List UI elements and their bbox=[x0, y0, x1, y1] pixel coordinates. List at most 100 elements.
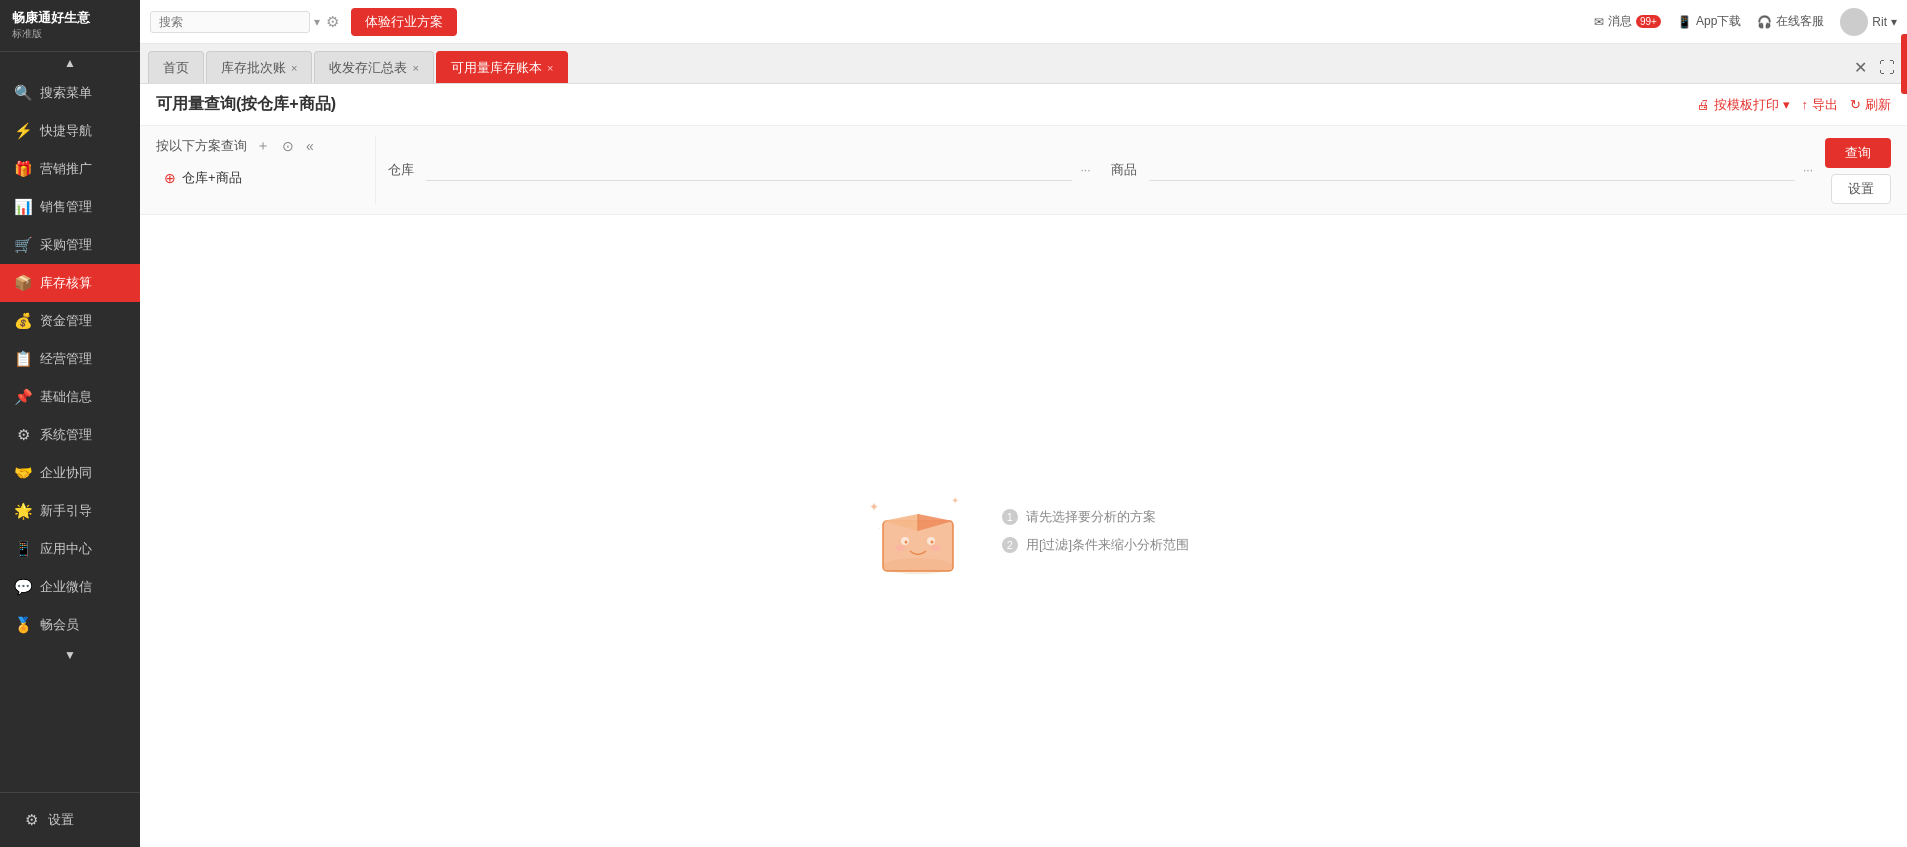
sidebar-item-newbie-label: 新手引导 bbox=[40, 502, 92, 520]
scheme-item-warehouse-product[interactable]: ⊕ 仓库+商品 bbox=[156, 164, 363, 192]
maximize-tab-button[interactable]: ⛶ bbox=[1875, 57, 1899, 79]
collapse-scheme-button[interactable]: « bbox=[303, 137, 317, 155]
tab-summary[interactable]: 收发存汇总表 × bbox=[314, 51, 433, 83]
sidebar-logo-sub: 标准版 bbox=[12, 27, 128, 41]
avatar bbox=[1840, 8, 1868, 36]
sidebar-item-marketing-label: 营销推广 bbox=[40, 160, 92, 178]
sidebar-item-search[interactable]: 🔍 搜索菜单 bbox=[0, 74, 140, 112]
msg-badge: 99+ bbox=[1636, 15, 1661, 28]
search-icon: 🔍 bbox=[14, 84, 32, 102]
sidebar-item-enterprise-label: 企业协同 bbox=[40, 464, 92, 482]
sidebar-item-marketing[interactable]: 🎁 营销推广 bbox=[0, 150, 140, 188]
enterprise-icon: 🤝 bbox=[14, 464, 32, 482]
sidebar-scroll-up[interactable]: ▲ bbox=[0, 52, 140, 74]
close-tab-button[interactable]: ✕ bbox=[1850, 56, 1871, 79]
product-more-button[interactable]: ··· bbox=[1803, 163, 1813, 177]
sidebar-header: 畅康通好生意 标准版 bbox=[0, 0, 140, 52]
sidebar-item-newbie[interactable]: 🌟 新手引导 bbox=[0, 492, 140, 530]
tab-summary-label: 收发存汇总表 bbox=[329, 59, 407, 77]
topbar-msg-group[interactable]: ✉ 消息 99+ bbox=[1594, 13, 1661, 30]
svg-point-9 bbox=[930, 541, 933, 544]
filter-settings-button[interactable]: 设置 bbox=[1831, 174, 1891, 204]
right-scroll-handle[interactable] bbox=[1901, 34, 1907, 94]
msg-label: 消息 bbox=[1608, 13, 1632, 30]
print-icon: 🖨 bbox=[1697, 97, 1710, 112]
topbar-chevron-icon[interactable]: ▾ bbox=[314, 15, 320, 29]
tab-home-label: 首页 bbox=[163, 59, 189, 77]
sidebar-item-operation[interactable]: 📋 经营管理 bbox=[0, 340, 140, 378]
sidebar-item-finance-label: 资金管理 bbox=[40, 312, 92, 330]
sidebar-item-search-label: 搜索菜单 bbox=[40, 84, 92, 102]
tab-available[interactable]: 可用量库存账本× bbox=[436, 51, 568, 83]
settings-scheme-button[interactable]: ⊙ bbox=[279, 137, 297, 155]
tab-summary-close[interactable]: × bbox=[412, 62, 418, 74]
svg-text:·: · bbox=[878, 524, 880, 533]
sidebar-item-finance[interactable]: 💰 资金管理 bbox=[0, 302, 140, 340]
sidebar-item-purchase[interactable]: 🛒 采购管理 bbox=[0, 226, 140, 264]
print-chevron-icon: ▾ bbox=[1783, 97, 1790, 112]
username-label: Rit bbox=[1872, 15, 1887, 29]
sidebar-item-inventory-label: 库存核算 bbox=[40, 274, 92, 292]
product-input[interactable] bbox=[1149, 159, 1795, 181]
shortcut-icon: ⚡ bbox=[14, 122, 32, 140]
sidebar-item-appstore[interactable]: 📱 应用中心 bbox=[0, 530, 140, 568]
filter-area: 按以下方案查询 ＋ ⊙ « ⊕ 仓库+商品 仓库 ··· 商品 bbox=[140, 126, 1907, 215]
product-label: 商品 bbox=[1111, 161, 1141, 179]
tab-available-close[interactable]: × bbox=[547, 62, 553, 74]
topbar-service-group[interactable]: 🎧 在线客服 bbox=[1757, 13, 1824, 30]
page-title: 可用量查询(按仓库+商品) bbox=[156, 94, 336, 115]
basic-icon: 📌 bbox=[14, 388, 32, 406]
tip-text-2: 用[过滤]条件来缩小分析范围 bbox=[1026, 536, 1189, 554]
sidebar-item-inventory[interactable]: 📦 库存核算 bbox=[0, 264, 140, 302]
topbar-search-input[interactable] bbox=[150, 11, 310, 33]
sidebar-item-member[interactable]: 🏅 畅会员 bbox=[0, 606, 140, 644]
trial-button[interactable]: 体验行业方案 bbox=[351, 8, 457, 36]
print-button[interactable]: 🖨 按模板打印 ▾ bbox=[1697, 96, 1790, 114]
topbar: ▾ ⚙ 体验行业方案 ✉ 消息 99+ 📱 App下载 🎧 在线客服 Rit ▾ bbox=[140, 0, 1907, 44]
page-header: 可用量查询(按仓库+商品) 🖨 按模板打印 ▾ ↑ 导出 ↻ 刷新 bbox=[140, 84, 1907, 126]
sidebar-item-settings-label: 设置 bbox=[48, 811, 74, 829]
sidebar-item-sales[interactable]: 📊 销售管理 bbox=[0, 188, 140, 226]
sidebar-item-enterprise[interactable]: 🤝 企业协同 bbox=[0, 454, 140, 492]
sidebar-item-settings[interactable]: ⚙ 设置 bbox=[8, 801, 132, 839]
query-button[interactable]: 查询 bbox=[1825, 138, 1891, 168]
svg-text:✦: ✦ bbox=[951, 495, 959, 506]
topbar-gear-icon[interactable]: ⚙ bbox=[326, 13, 339, 31]
tabs-bar: 首页库存批次账×收发存汇总表×可用量库存账本× ✕ ⛶ bbox=[140, 44, 1907, 84]
empty-tips: 1 请先选择要分析的方案 2 用[过滤]条件来缩小分析范围 bbox=[1002, 508, 1189, 554]
page-content: 可用量查询(按仓库+商品) 🖨 按模板打印 ▾ ↑ 导出 ↻ 刷新 bbox=[140, 84, 1907, 847]
filter-scheme-header-label: 按以下方案查询 bbox=[156, 137, 247, 155]
export-label: 导出 bbox=[1812, 96, 1838, 114]
filter-scheme-panel: 按以下方案查询 ＋ ⊙ « ⊕ 仓库+商品 bbox=[156, 136, 376, 204]
export-button[interactable]: ↑ 导出 bbox=[1802, 96, 1839, 114]
svg-point-8 bbox=[904, 541, 907, 544]
sidebar-scroll-down[interactable]: ▼ bbox=[0, 644, 140, 666]
empty-illustration: ✦ ✦ · bbox=[858, 471, 978, 591]
tab-batch[interactable]: 库存批次账× bbox=[206, 51, 312, 83]
topbar-user-group[interactable]: Rit ▾ bbox=[1840, 8, 1897, 36]
warehouse-input[interactable] bbox=[426, 159, 1072, 181]
sidebar-item-shortcut-label: 快捷导航 bbox=[40, 122, 92, 140]
topbar-search-area: ▾ ⚙ bbox=[150, 11, 339, 33]
sidebar-item-sales-label: 销售管理 bbox=[40, 198, 92, 216]
sidebar-item-basic[interactable]: 📌 基础信息 bbox=[0, 378, 140, 416]
tab-home[interactable]: 首页 bbox=[148, 51, 204, 83]
scheme-item-label: 仓库+商品 bbox=[182, 169, 242, 187]
filter-field-warehouse: 仓库 ··· bbox=[388, 136, 1091, 204]
sidebar-item-wechat[interactable]: 💬 企业微信 bbox=[0, 568, 140, 606]
sidebar-item-system[interactable]: ⚙ 系统管理 bbox=[0, 416, 140, 454]
user-chevron-icon: ▾ bbox=[1891, 15, 1897, 29]
empty-tip-2: 2 用[过滤]条件来缩小分析范围 bbox=[1002, 536, 1189, 554]
refresh-button[interactable]: ↻ 刷新 bbox=[1850, 96, 1891, 114]
add-scheme-button[interactable]: ＋ bbox=[253, 136, 273, 156]
refresh-icon: ↻ bbox=[1850, 97, 1861, 112]
sidebar-item-shortcut[interactable]: ⚡ 快捷导航 bbox=[0, 112, 140, 150]
warehouse-more-button[interactable]: ··· bbox=[1080, 163, 1090, 177]
topbar-app-group[interactable]: 📱 App下载 bbox=[1677, 13, 1741, 30]
filter-field-product: 商品 ··· bbox=[1111, 136, 1814, 204]
member-icon: 🏅 bbox=[14, 616, 32, 634]
tab-batch-close[interactable]: × bbox=[291, 62, 297, 74]
newbie-icon: 🌟 bbox=[14, 502, 32, 520]
sidebar-item-wechat-label: 企业微信 bbox=[40, 578, 92, 596]
system-icon: ⚙ bbox=[14, 426, 32, 444]
